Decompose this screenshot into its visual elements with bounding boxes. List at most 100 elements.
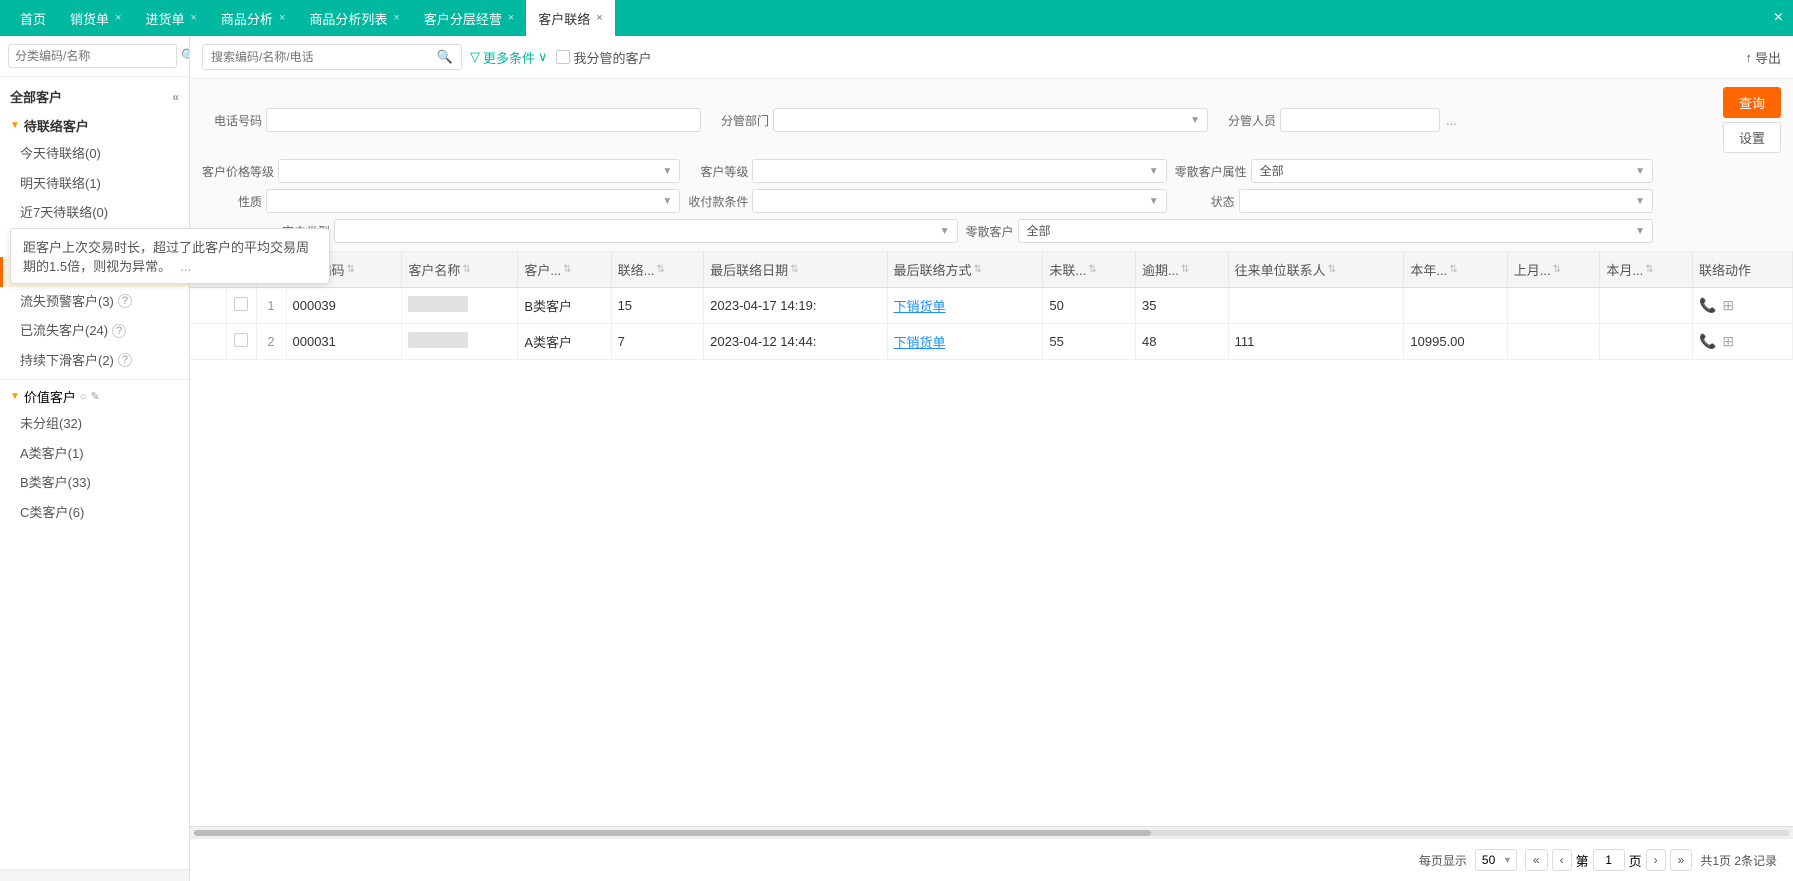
- row2-checkbox[interactable]: [234, 333, 248, 347]
- sidebar-search-icon[interactable]: 🔍: [181, 48, 190, 64]
- th-this-year-sort[interactable]: ⇅: [1449, 264, 1457, 275]
- search-icon[interactable]: 🔍: [437, 49, 453, 65]
- th-this-month-sort[interactable]: ⇅: [1645, 264, 1653, 275]
- th-unit-contact-sort[interactable]: ⇅: [1328, 264, 1336, 275]
- nav-purchase[interactable]: 进货单 ×: [133, 0, 208, 36]
- more-conditions-btn[interactable]: ▽ 更多条件 ∨: [470, 48, 548, 67]
- my-customers-check[interactable]: [556, 50, 570, 64]
- sidebar-item-lost[interactable]: 已流失客户(24) ?: [0, 316, 189, 346]
- th-code-sort[interactable]: ⇅: [347, 264, 355, 275]
- row2-grid-icon[interactable]: ⊞: [1722, 333, 1734, 350]
- td-last-method-2-link[interactable]: 下销货单: [894, 335, 946, 350]
- row1-checkbox[interactable]: [234, 297, 248, 311]
- prev-page-btn[interactable]: ‹: [1552, 849, 1572, 871]
- nav-customer-mgmt-close[interactable]: ×: [508, 12, 514, 24]
- th-name-sort[interactable]: ⇅: [462, 264, 470, 275]
- my-customers-checkbox[interactable]: 我分管的客户: [556, 48, 652, 67]
- sidebar-item-tomorrow-label: 明天待联络(1): [20, 176, 101, 191]
- filter-status-select[interactable]: [1239, 189, 1653, 213]
- nav-purchase-close[interactable]: ×: [190, 12, 196, 24]
- td-last-date-1: 2023-04-17 14:19:: [704, 288, 887, 324]
- nav-customer-mgmt[interactable]: 客户分层经营 ×: [412, 0, 526, 36]
- filter-retail-select[interactable]: 全部: [1251, 159, 1653, 183]
- sidebar-item-class-c[interactable]: C类客户(6): [0, 498, 189, 528]
- th-uncontacted-label: 未联...: [1049, 260, 1086, 279]
- filter-area: 电话号码 分管部门 ▼ 分管人员 ... 查询 设置: [190, 79, 1793, 252]
- filter-level-select[interactable]: [752, 159, 1166, 183]
- th-overdue-sort[interactable]: ⇅: [1181, 264, 1189, 275]
- sidebar-item-today[interactable]: 今天待联络(0): [0, 139, 189, 169]
- search-input-wrap: 🔍: [202, 44, 462, 70]
- sidebar-value-edit-icon[interactable]: ✎: [91, 390, 100, 403]
- th-name: 客户名称 ⇅: [402, 252, 518, 288]
- sidebar-search-input[interactable]: [8, 44, 177, 68]
- sidebar-item-ungrouped[interactable]: 未分组(32): [0, 409, 189, 439]
- nav-analysis[interactable]: 商品分析 ×: [209, 0, 297, 36]
- sidebar-item-7days[interactable]: 近7天待联络(0): [0, 198, 189, 228]
- per-page-wrap: 50 ▼: [1475, 849, 1517, 871]
- td-last-method-1-link[interactable]: 下销货单: [894, 299, 946, 314]
- setting-button[interactable]: 设置: [1723, 122, 1781, 153]
- td-contact-1: 15: [611, 288, 704, 324]
- nav-customer-contact[interactable]: 客户联络 ×: [526, 0, 614, 36]
- export-btn[interactable]: ↑ 导出: [1745, 48, 1781, 67]
- row1-grid-icon[interactable]: ⊞: [1722, 297, 1734, 314]
- nav-home[interactable]: 首页: [8, 0, 58, 36]
- sidebar-all-customers-label: 全部客户: [10, 87, 62, 106]
- th-uncontacted-sort[interactable]: ⇅: [1088, 264, 1096, 275]
- filter-retail2-select[interactable]: 全部: [1018, 219, 1653, 243]
- th-this-year: 本年... ⇅: [1404, 252, 1507, 288]
- nav-sales-close[interactable]: ×: [115, 12, 121, 24]
- th-last-month-sort[interactable]: ⇅: [1553, 264, 1561, 275]
- next-page-btn[interactable]: ›: [1646, 849, 1666, 871]
- tooltip-dots[interactable]: ...: [180, 259, 191, 274]
- sidebar-group-pending: ▼ 待联络客户: [0, 112, 189, 139]
- nav-analysis-list-label: 商品分析列表: [309, 9, 387, 28]
- sidebar-item-tomorrow[interactable]: 明天待联络(1): [0, 169, 189, 199]
- row1-phone-icon[interactable]: 📞: [1699, 297, 1716, 314]
- th-last-method-sort[interactable]: ⇅: [974, 264, 982, 275]
- first-page-btn[interactable]: «: [1525, 849, 1548, 871]
- nav-analysis-close[interactable]: ×: [279, 12, 285, 24]
- filter-dept-select[interactable]: [773, 108, 1208, 132]
- filter-price-select[interactable]: [278, 159, 680, 183]
- th-type-sort[interactable]: ⇅: [563, 264, 571, 275]
- scrollbar-thumb[interactable]: [194, 830, 1151, 836]
- nav-customer-contact-close[interactable]: ×: [596, 12, 602, 24]
- filter-type-select[interactable]: [334, 219, 958, 243]
- sidebar-value-customers-header[interactable]: ▼ 价值客户 ○ ✎: [0, 384, 189, 409]
- window-close-button[interactable]: ×: [1774, 9, 1783, 27]
- nav-sales[interactable]: 销货单 ×: [58, 0, 133, 36]
- top-nav: 首页 销货单 × 进货单 × 商品分析 × 商品分析列表 × 客户分层经营 × …: [0, 0, 1793, 36]
- nav-analysis-list[interactable]: 商品分析列表 ×: [297, 0, 411, 36]
- filter-person-input[interactable]: [1280, 108, 1440, 132]
- filter-gender-select[interactable]: [266, 189, 680, 213]
- page-input[interactable]: [1593, 849, 1625, 871]
- query-button[interactable]: 查询: [1723, 87, 1781, 118]
- sidebar-item-class-b[interactable]: B类客户(33): [0, 468, 189, 498]
- search-bar: 🔍 ▽ 更多条件 ∨ 我分管的客户 ↑ 导出: [190, 36, 1793, 79]
- row2-phone-icon[interactable]: 📞: [1699, 333, 1716, 350]
- last-page-btn[interactable]: »: [1670, 849, 1693, 871]
- td-last-date-2: 2023-04-12 14:44:: [704, 324, 887, 360]
- filter-payment-select[interactable]: [752, 189, 1166, 213]
- horizontal-scrollbar[interactable]: [190, 826, 1793, 838]
- sidebar-search-area: 🔍: [0, 36, 189, 77]
- filter-gender-wrap: ▼: [266, 189, 680, 213]
- th-last-date-sort[interactable]: ⇅: [790, 264, 798, 275]
- td-checkbox-1: [226, 288, 256, 324]
- search-input[interactable]: [211, 50, 437, 64]
- th-contact-sort[interactable]: ⇅: [656, 264, 664, 275]
- customer-table: ⚙ # 客户编码 ⇅: [190, 252, 1793, 360]
- person-dots-icon[interactable]: ...: [1446, 113, 1457, 128]
- sidebar-item-class-a[interactable]: A类客户(1): [0, 439, 189, 469]
- tooltip-box: 距客户上次交易时长，超过了此客户的平均交易周期的1.5倍，则视为异常。 ...: [10, 228, 330, 284]
- th-overdue-label: 逾期...: [1142, 260, 1179, 279]
- sidebar-all-customers[interactable]: 全部客户 «: [0, 81, 189, 112]
- sidebar-collapse-icon[interactable]: «: [172, 90, 179, 104]
- table-row: 1 000039 B类客户 15 2023-04-17 14:19: 下销货单 …: [190, 288, 1793, 324]
- sidebar-item-declining[interactable]: 持续下滑客户(2) ?: [0, 346, 189, 376]
- filter-phone-input[interactable]: [266, 108, 701, 132]
- sidebar-item-lost-warning[interactable]: 流失预警客户(3) ?: [0, 287, 189, 317]
- nav-analysis-list-close[interactable]: ×: [393, 12, 399, 24]
